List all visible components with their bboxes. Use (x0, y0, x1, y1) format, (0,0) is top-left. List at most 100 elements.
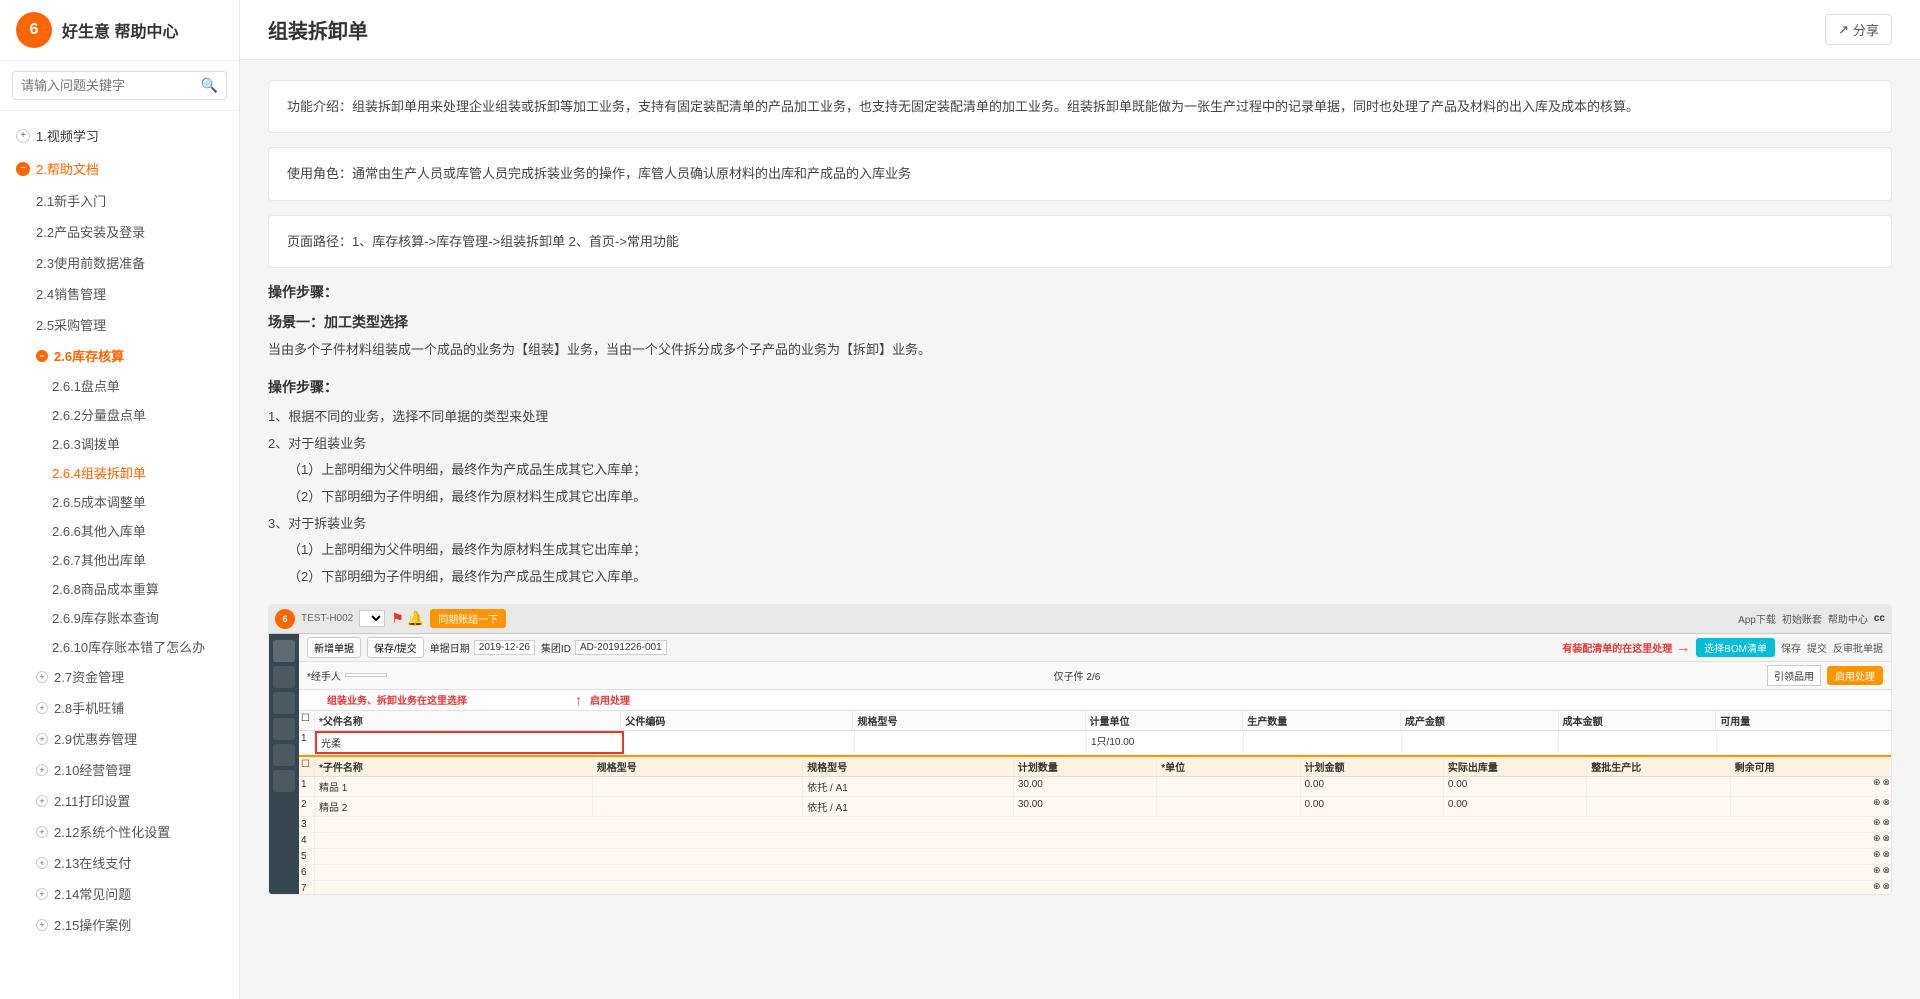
search-input[interactable] (21, 78, 201, 93)
ss-btn-new[interactable]: 新增单据 (307, 637, 361, 658)
ss-enable-box[interactable]: 引领品用 (1767, 665, 1821, 686)
ss-sub-td-actual1: 0.00 (1444, 777, 1587, 796)
ss-left-nav (269, 634, 299, 894)
sidebar-item-214[interactable]: + 2.14常见问题 (0, 878, 239, 909)
ss-sub-td-batch2 (1587, 797, 1730, 816)
nav-toggle-docs: − (16, 162, 30, 176)
share-icon: ↗ (1838, 22, 1849, 38)
ss-app-link: App下载 (1738, 611, 1776, 626)
ss-btn-bom[interactable]: 选择BOM清单 (1696, 638, 1775, 657)
step3b: （2）下部明细为子件明细，最终作为产成品生成其它入库单。 (268, 565, 1892, 590)
ss-empty7-rest (315, 881, 1873, 894)
sidebar-label-21: 2.1新手入门 (36, 191, 106, 210)
sidebar-item-27[interactable]: + 2.7资金管理 (0, 661, 239, 692)
sidebar-label-212: 2.12系统个性化设置 (54, 822, 170, 841)
ss-code: TEST-H002 (301, 613, 353, 624)
sidebar-item-23[interactable]: 2.3使用前数据准备 (0, 247, 239, 278)
ss-nav-item5 (273, 744, 295, 766)
ss-help-link: 帮助中心 (1828, 611, 1868, 626)
sidebar-item-25[interactable]: 2.5采购管理 (0, 309, 239, 340)
sidebar: 6 好生意 帮助中心 🔍 + 1.视频学习 − 2.帮助文档 2.1新手入门 (0, 0, 240, 999)
sidebar-label-214: 2.14常见问题 (54, 884, 131, 903)
ss-th-qty: 生产数量 (1243, 711, 1401, 730)
search-box[interactable]: 🔍 (12, 71, 227, 100)
sidebar-item-22[interactable]: 2.2产品安装及登录 (0, 216, 239, 247)
ss-sub-td-spec1b: 依托 / A1 (803, 777, 1014, 796)
sidebar-item-211[interactable]: + 2.11打印设置 (0, 785, 239, 816)
sidebar-item-263[interactable]: 2.6.3调拨单 (0, 429, 239, 458)
ss-select[interactable] (359, 610, 385, 627)
sidebar-item-28[interactable]: + 2.8手机旺铺 (0, 692, 239, 723)
ss-person-value (345, 673, 387, 677)
sidebar-item-29[interactable]: + 2.9优惠券管理 (0, 723, 239, 754)
share-label: 分享 (1853, 20, 1879, 39)
ss-sub-td-planamt1: 0.00 (1301, 777, 1444, 796)
steps-label: 操作步骤： (268, 377, 1892, 397)
sidebar-item-213[interactable]: + 2.13在线支付 (0, 847, 239, 878)
ss-sub-th-batch: 整批生产比 (1587, 757, 1730, 776)
sidebar-item-264[interactable]: 2.6.4组装拆卸单 (0, 458, 239, 487)
nav-toggle-215: + (36, 919, 48, 931)
sidebar-item-261[interactable]: 2.6.1盘点单 (0, 371, 239, 400)
ss-user: cc (1874, 613, 1885, 624)
sidebar-label-215: 2.15操作案例 (54, 915, 131, 934)
share-button[interactable]: ↗ 分享 (1825, 14, 1892, 45)
ss-td-check1: 1 (299, 731, 315, 754)
sidebar-item-26[interactable]: − 2.6库存核算 (0, 340, 239, 371)
sidebar-item-266[interactable]: 2.6.6其他入库单 (0, 516, 239, 545)
ss-main-panel: 新增单据 保存/提交 单据日期 2019-12-26 集团ID AD-20191… (299, 634, 1891, 894)
scene1-title: 场景一：加工类型选择 (268, 312, 1892, 332)
ss-table-header: ☐ *父件名称 父件编码 规格型号 计量单位 生产数量 成产金额 成本金额 可用… (299, 710, 1891, 731)
role-text: 使用角色：通常由生产人员或库管人员完成拆装业务的操作，库管人员确认原材料的出库和… (287, 166, 911, 181)
nav-children-docs: 2.1新手入门 2.2产品安装及登录 2.3使用前数据准备 2.4销售管理 2.… (0, 185, 239, 940)
ss-empty3-n: 3 (299, 817, 315, 832)
sidebar-item-212[interactable]: + 2.12系统个性化设置 (0, 816, 239, 847)
sidebar-item-21[interactable]: 2.1新手入门 (0, 185, 239, 216)
ss-sub-th-actual: 实际出库量 (1444, 757, 1587, 776)
sidebar-label-28: 2.8手机旺铺 (54, 698, 124, 717)
ss-annotation-row: 组装业务、拆卸业务在这里选择 ↑ 启用处理 (299, 690, 1891, 710)
step2: 2、对于组装业务 (268, 432, 1892, 457)
ss-sub-row3: 3 ⊕⊗ (299, 817, 1891, 833)
sidebar-item-215[interactable]: + 2.15操作案例 (0, 909, 239, 940)
ss-sub-td-remain1 (1731, 777, 1873, 796)
ss-logo: 6 (275, 609, 295, 629)
sidebar-item-267[interactable]: 2.6.7其他出库单 (0, 545, 239, 574)
sidebar-item-265[interactable]: 2.6.5成本调整单 (0, 487, 239, 516)
ss-sub-th-spec2: 规格型号 (803, 757, 1014, 776)
ss-more-label: 反审批单据 (1833, 640, 1883, 655)
ss-sub-th-name: *子件名称 (315, 757, 593, 776)
ss-bom-annotation: 有装配清单的在这里处理 → (1562, 639, 1690, 655)
ss-sub-th-remain: 剩余可用 (1731, 757, 1873, 776)
sidebar-item-docs[interactable]: − 2.帮助文档 (0, 152, 239, 185)
ss-sub-td-unit2 (1157, 797, 1300, 816)
nav-toggle-26: − (36, 350, 48, 362)
sidebar-item-262[interactable]: 2.6.2分量盘点单 (0, 400, 239, 429)
ss-sub-row1: 1 精品 1 依托 / A1 30.00 0.00 0.00 ⊕⊗ (299, 777, 1891, 797)
ss-empty6-rest (315, 865, 1873, 880)
sidebar-item-2610[interactable]: 2.6.10库存账本错了怎么办 (0, 632, 239, 661)
ss-person-label: *经手人 (307, 668, 341, 683)
ss-empty6-action: ⊕⊗ (1873, 865, 1891, 880)
nav-tree: + 1.视频学习 − 2.帮助文档 2.1新手入门 2.2产品安装及登录 2.3… (0, 111, 239, 999)
sidebar-label-22: 2.2产品安装及登录 (36, 222, 145, 241)
sidebar-item-video[interactable]: + 1.视频学习 (0, 119, 239, 152)
ss-sub-td-batch1 (1587, 777, 1730, 796)
ss-sub-td-unit1 (1157, 777, 1300, 796)
sidebar-item-268[interactable]: 2.6.8商品成本重算 (0, 574, 239, 603)
search-icon[interactable]: 🔍 (201, 77, 218, 94)
ss-btn-qiyong[interactable]: 启用处理 (1827, 666, 1883, 685)
ss-sub-td-actual2: 0.00 (1444, 797, 1587, 816)
ss-btn-save[interactable]: 保存/提交 (367, 637, 424, 658)
ss-btn-tongqi[interactable]: 同期账结一下 (430, 609, 506, 628)
path-block: 页面路径：1、库存核算->库存管理->组装拆卸单 2、首页->常用功能 (268, 215, 1892, 268)
ss-date-label: 单据日期 (430, 640, 470, 655)
ss-sub-row6: 6 ⊕⊗ (299, 865, 1891, 881)
sidebar-item-269[interactable]: 2.6.9库存账本查询 (0, 603, 239, 632)
screenshot-container: 6 TEST-H002 ⚑ 🔔 同期账结一下 App下载 初始账套 帮助中心 c… (268, 604, 1892, 895)
ss-td-prodamt1 (1402, 731, 1559, 754)
intro-text: 功能介绍：组装拆卸单用来处理企业组装或拆卸等加工业务，支持有固定装配清单的产品加… (287, 99, 1639, 114)
sidebar-item-24[interactable]: 2.4销售管理 (0, 278, 239, 309)
nav-section-video: + 1.视频学习 (0, 119, 239, 152)
sidebar-item-210[interactable]: + 2.10经营管理 (0, 754, 239, 785)
